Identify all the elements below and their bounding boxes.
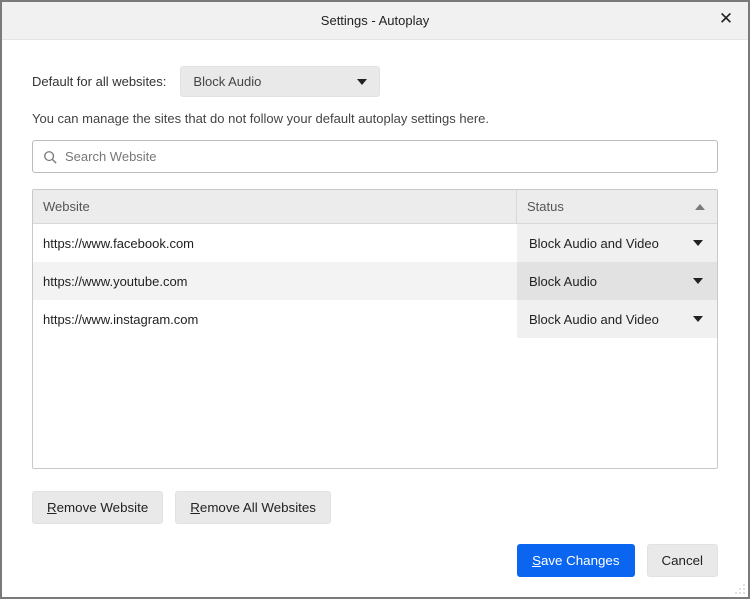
cell-website: https://www.instagram.com — [33, 300, 517, 338]
remove-buttons-row: Remove Website Remove All Websites — [32, 491, 718, 524]
cell-status-value: Block Audio and Video — [529, 236, 659, 251]
table-body: https://www.facebook.com Block Audio and … — [33, 224, 717, 468]
cancel-button[interactable]: Cancel — [647, 544, 719, 577]
default-setting-row: Default for all websites: Block Audio — [32, 66, 718, 97]
close-icon[interactable]: ✕ — [714, 8, 738, 32]
autoplay-settings-dialog: Settings - Autoplay ✕ Default for all we… — [0, 0, 750, 599]
dialog-content: Default for all websites: Block Audio Yo… — [2, 40, 748, 597]
search-icon — [43, 150, 57, 164]
remove-all-websites-button[interactable]: Remove All Websites — [175, 491, 331, 524]
save-button[interactable]: Save Changes — [517, 544, 634, 577]
cell-status-select[interactable]: Block Audio and Video — [517, 224, 717, 262]
cell-website: https://www.youtube.com — [33, 262, 517, 300]
table-row[interactable]: https://www.instagram.com Block Audio and… — [33, 300, 717, 338]
default-label: Default for all websites: — [32, 74, 166, 89]
chevron-down-icon — [693, 316, 703, 322]
table-header: Website Status — [33, 190, 717, 224]
websites-table: Website Status https://www.facebook.com B… — [32, 189, 718, 469]
cell-status-value: Block Audio and Video — [529, 312, 659, 327]
search-input[interactable] — [65, 149, 707, 164]
default-select-value: Block Audio — [193, 74, 261, 89]
chevron-down-icon — [357, 79, 367, 85]
sort-ascending-icon — [695, 204, 705, 210]
col-header-website[interactable]: Website — [33, 190, 517, 223]
cell-website: https://www.facebook.com — [33, 224, 517, 262]
col-header-status-label: Status — [527, 199, 564, 214]
remove-website-button[interactable]: Remove Website — [32, 491, 163, 524]
cell-status-select[interactable]: Block Audio and Video — [517, 300, 717, 338]
cell-status-value: Block Audio — [529, 274, 597, 289]
table-row[interactable]: https://www.facebook.com Block Audio and … — [33, 224, 717, 262]
title-bar: Settings - Autoplay ✕ — [2, 2, 748, 40]
chevron-down-icon — [693, 240, 703, 246]
dialog-title: Settings - Autoplay — [321, 13, 429, 28]
dialog-footer: Save Changes Cancel — [32, 544, 718, 577]
col-header-status[interactable]: Status — [517, 190, 717, 223]
table-row[interactable]: https://www.youtube.com Block Audio — [33, 262, 717, 300]
search-container — [32, 140, 718, 173]
col-header-website-label: Website — [43, 199, 90, 214]
resize-grip-icon[interactable] — [734, 583, 746, 595]
hint-text: You can manage the sites that do not fol… — [32, 111, 718, 126]
default-select[interactable]: Block Audio — [180, 66, 380, 97]
cell-status-select[interactable]: Block Audio — [517, 262, 717, 300]
chevron-down-icon — [693, 278, 703, 284]
